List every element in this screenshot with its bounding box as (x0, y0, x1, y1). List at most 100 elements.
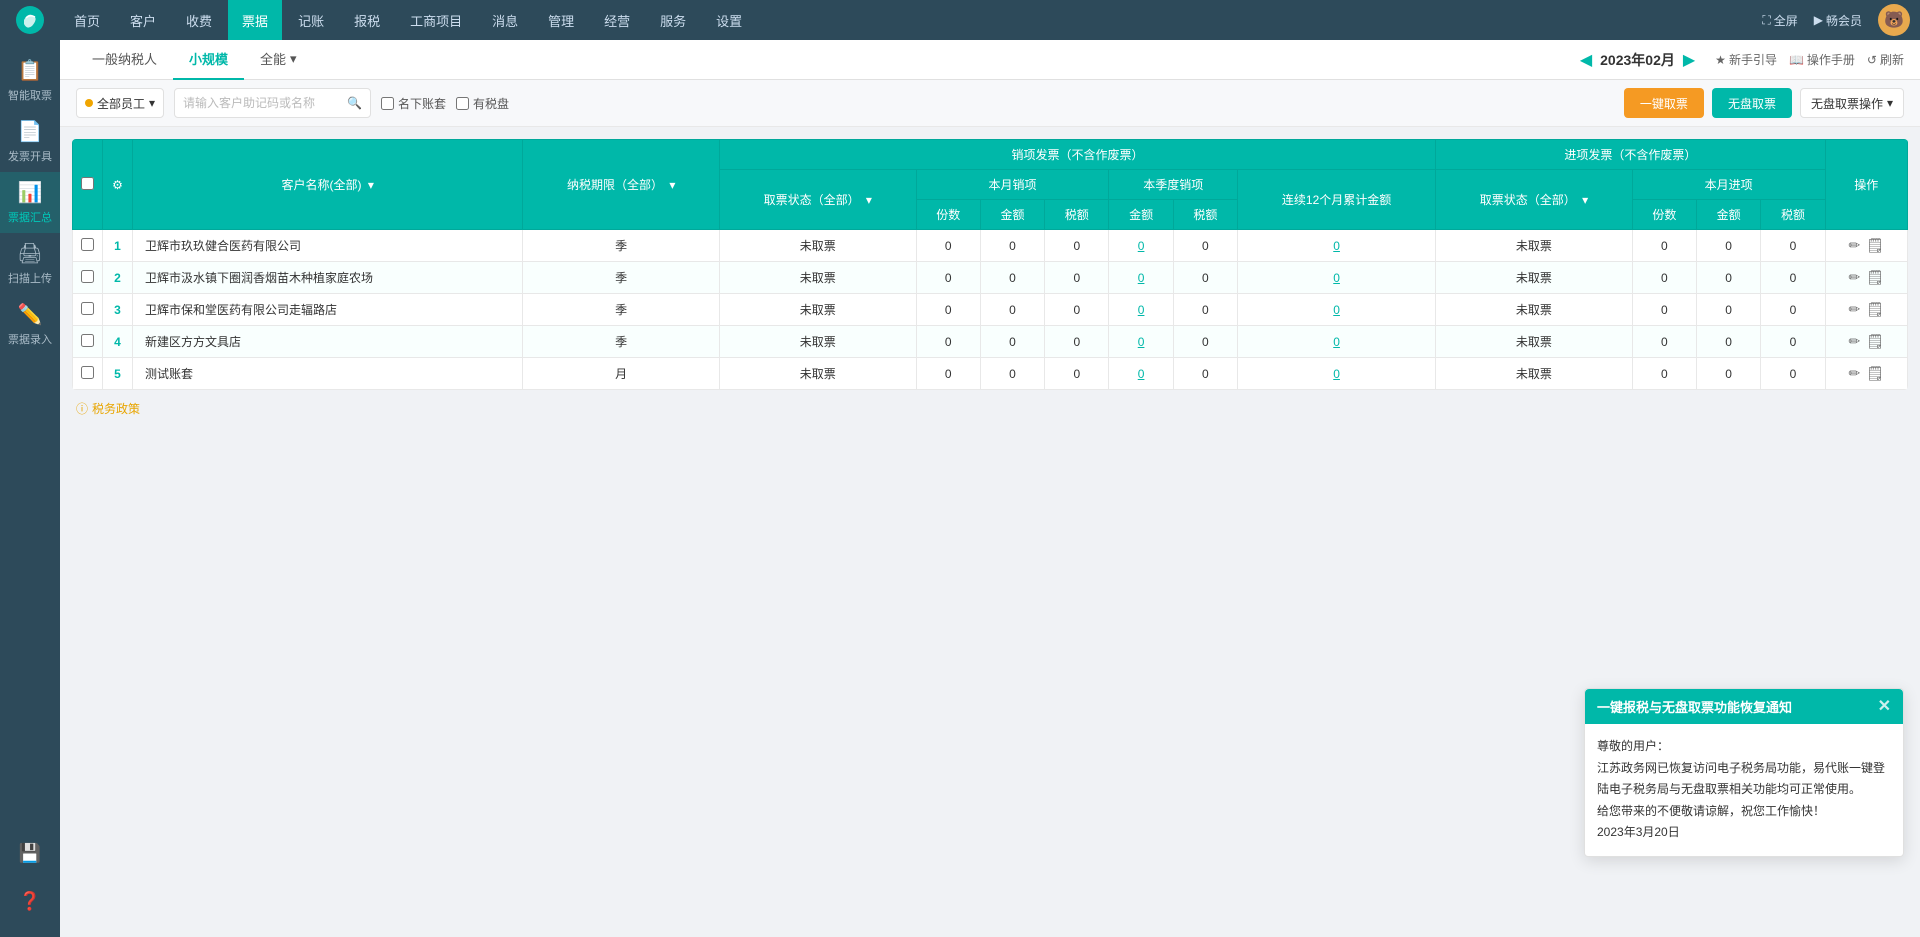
th-this-month-purchase: 本月进项 (1632, 170, 1825, 200)
nav-operations[interactable]: 经营 (590, 0, 644, 40)
sidebar-item-smart-fetch[interactable]: 📋 智能取票 (0, 50, 60, 111)
row-fetch-status-purchase: 未取票 (1436, 358, 1633, 390)
no-disk-fetch-button[interactable]: 无盘取票 (1712, 88, 1792, 118)
edit-icon[interactable]: ✏ (1849, 301, 1861, 318)
edit-icon[interactable]: ✏ (1849, 237, 1861, 254)
sub-account-checkbox[interactable] (381, 97, 394, 110)
row-checkbox[interactable] (81, 366, 94, 379)
th-amount-month-purchase: 金额 (1697, 200, 1761, 230)
sidebar-item-invoice-issue[interactable]: 📄 发票开具 (0, 111, 60, 172)
nav-billing[interactable]: 收费 (172, 0, 226, 40)
nav-tax[interactable]: 报税 (340, 0, 394, 40)
row-checkbox[interactable] (81, 238, 94, 251)
app-logo (10, 0, 50, 40)
search-input[interactable] (183, 96, 343, 110)
edit-icon[interactable]: ✏ (1849, 365, 1861, 382)
row-shares-month-sales: 0 (916, 294, 980, 326)
tab-small-scale[interactable]: 小规模 (173, 40, 244, 80)
vip-button[interactable]: ▶ 畅会员 (1814, 12, 1862, 29)
search-icon[interactable]: 🔍 (347, 96, 362, 110)
row-checkbox[interactable] (81, 334, 94, 347)
row-fetch-status-purchase: 未取票 (1436, 294, 1633, 326)
row-checkbox-cell (73, 262, 103, 294)
row-fetch-status-purchase: 未取票 (1436, 326, 1633, 358)
row-actions: ✏ 🗒 (1825, 326, 1907, 358)
top-right-actions: ⛶ 全屏 ▶ 畅会员 🐻 (1762, 4, 1910, 36)
row-checkbox[interactable] (81, 302, 94, 315)
fullscreen-button[interactable]: ⛶ 全屏 (1762, 12, 1797, 29)
view-icon[interactable]: 🗒 (1866, 301, 1884, 318)
refresh-button[interactable]: ↺ 刷新 (1867, 51, 1904, 68)
nav-invoices[interactable]: 票据 (228, 0, 282, 40)
row-amount-quarter-sales: 0 (1109, 262, 1173, 294)
th-tax-quarter-sales: 税额 (1173, 200, 1237, 230)
nav-services[interactable]: 服务 (646, 0, 700, 40)
one-key-fetch-button[interactable]: 一键取票 (1624, 88, 1704, 118)
invoice-table: ⚙ 客户名称(全部) ▾ 纳税期限（全部） ▾ 销项发票（不含作废票） 进项发票… (72, 139, 1908, 390)
nav-messages[interactable]: 消息 (478, 0, 532, 40)
nav-home[interactable]: 首页 (60, 0, 114, 40)
th-purchase-group: 进项发票（不含作废票） (1436, 140, 1825, 170)
new-guide-button[interactable]: ★ 新手引导 (1715, 51, 1777, 68)
filter-dot (85, 99, 93, 107)
select-all-checkbox[interactable] (81, 177, 94, 190)
period-next-button[interactable]: ▶ (1683, 50, 1695, 70)
notification-close-button[interactable]: ✕ (1878, 699, 1891, 715)
row-no: 2 (103, 262, 133, 294)
nav-settings[interactable]: 设置 (702, 0, 756, 40)
fetch-status-sales-filter-icon[interactable]: ▾ (866, 193, 872, 207)
avatar[interactable]: 🐻 (1878, 4, 1910, 36)
nav-management[interactable]: 管理 (534, 0, 588, 40)
th-cumulative: 连续12个月累计金额 (1238, 170, 1436, 230)
view-icon[interactable]: 🗒 (1866, 333, 1884, 350)
toolbar-right-buttons: 一键取票 无盘取票 无盘取票操作 ▾ (1624, 88, 1904, 118)
row-checkbox-cell (73, 230, 103, 262)
tax-policy-link[interactable]: 税务政策 (92, 400, 140, 417)
tab-all[interactable]: 全能 ▾ (244, 40, 313, 80)
sidebar-item-invoice-entry[interactable]: ✏️ 票据录入 (0, 294, 60, 355)
row-shares-month-purchase: 0 (1632, 294, 1696, 326)
th-shares-month-purchase: 份数 (1632, 200, 1696, 230)
table-row: 1 卫辉市玖玖健合医药有限公司 季 未取票 0 0 0 0 0 0 未取票 0 … (73, 230, 1908, 262)
period-prev-button[interactable]: ◀ (1580, 50, 1592, 70)
row-amount-quarter-sales: 0 (1109, 358, 1173, 390)
row-checkbox-cell (73, 326, 103, 358)
view-icon[interactable]: 🗒 (1866, 269, 1884, 286)
employee-filter-label: 全部员工 (97, 95, 145, 112)
edit-icon[interactable]: ✏ (1849, 269, 1861, 286)
nav-clients[interactable]: 客户 (116, 0, 170, 40)
row-tax-month-purchase: 0 (1761, 326, 1825, 358)
table-body: 1 卫辉市玖玖健合医药有限公司 季 未取票 0 0 0 0 0 0 未取票 0 … (73, 230, 1908, 390)
sub-account-filter[interactable]: 名下账套 (381, 95, 446, 112)
row-fetch-status-purchase: 未取票 (1436, 230, 1633, 262)
row-checkbox[interactable] (81, 270, 94, 283)
row-tax-month-sales: 0 (1045, 358, 1109, 390)
sidebar-item-scan-upload[interactable]: 🖨 扫描上传 (0, 233, 60, 294)
notification-header: 一键报税与无盘取票功能恢复通知 ✕ (1585, 689, 1903, 724)
tax-period-filter-icon[interactable]: ▾ (669, 178, 675, 192)
has-taxdisk-filter[interactable]: 有税盘 (456, 95, 509, 112)
tab-general-taxpayer[interactable]: 一般纳税人 (76, 40, 173, 80)
client-name-filter-icon[interactable]: ▾ (368, 178, 374, 192)
sidebar-bottom: 💾 ❓ (0, 833, 60, 937)
sidebar-help-button[interactable]: ❓ (10, 881, 50, 921)
nav-business[interactable]: 工商项目 (396, 0, 476, 40)
th-operations: 操作 (1825, 140, 1907, 230)
view-icon[interactable]: 🗒 (1866, 237, 1884, 254)
employee-filter[interactable]: 全部员工 ▾ (76, 88, 164, 118)
has-taxdisk-checkbox[interactable] (456, 97, 469, 110)
row-amount-month-purchase: 0 (1697, 230, 1761, 262)
no-disk-ops-button[interactable]: 无盘取票操作 ▾ (1800, 88, 1904, 118)
fetch-status-purchase-filter-icon[interactable]: ▾ (1582, 193, 1588, 207)
row-cumulative: 0 (1238, 326, 1436, 358)
sidebar-download-button[interactable]: 💾 (10, 833, 50, 873)
manual-button[interactable]: 📖 操作手册 (1789, 51, 1855, 68)
nav-accounting[interactable]: 记账 (284, 0, 338, 40)
view-icon[interactable]: 🗒 (1866, 365, 1884, 382)
edit-icon[interactable]: ✏ (1849, 333, 1861, 350)
row-tax-month-sales: 0 (1045, 262, 1109, 294)
row-fetch-status-sales: 未取票 (719, 294, 916, 326)
row-shares-month-purchase: 0 (1632, 230, 1696, 262)
sidebar-item-invoice-summary[interactable]: 📊 票据汇总 (0, 172, 60, 233)
row-shares-month-sales: 0 (916, 326, 980, 358)
